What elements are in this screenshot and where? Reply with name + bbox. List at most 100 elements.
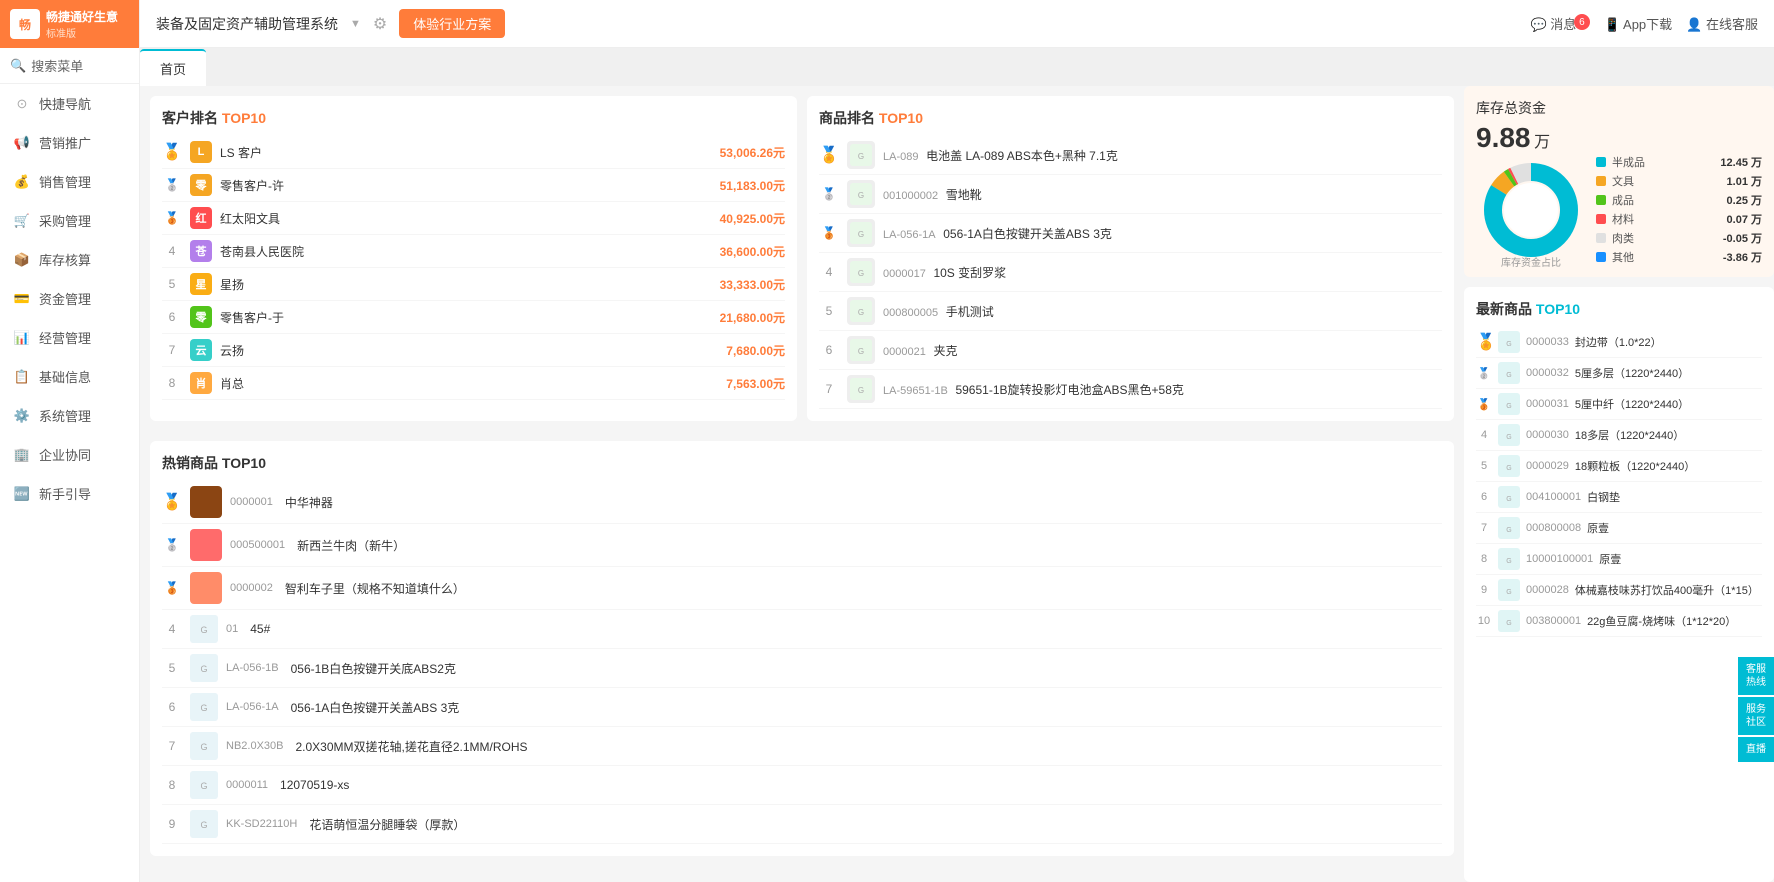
donut-chart: 库存资金占比: [1476, 155, 1586, 265]
svg-text:G: G: [858, 386, 864, 395]
home-icon: ⊙: [13, 95, 31, 113]
search-icon: 🔍: [10, 58, 26, 74]
product-img: G: [847, 180, 875, 208]
basic-icon: 📋: [13, 368, 31, 386]
logo-name: 畅捷通好生意: [46, 8, 118, 25]
rank-number: 7: [162, 343, 182, 357]
sidebar-item-basic[interactable]: 📋 基础信息: [0, 357, 139, 396]
svg-text:G: G: [1506, 620, 1511, 627]
sidebar-item-system[interactable]: ⚙️ 系统管理: [0, 396, 139, 435]
table-row: 🏅 G LA-089 电池盖 LA-089 ABS本色+黑种 7.1克: [819, 136, 1442, 175]
customer-value: 7,680.00元: [726, 342, 785, 359]
float-btn-live[interactable]: 直播: [1738, 737, 1774, 762]
rank-number: 7: [162, 739, 182, 753]
customer-name: 星扬: [220, 276, 712, 293]
sidebar-item-marketing[interactable]: 📢 营销推广: [0, 123, 139, 162]
svg-text:G: G: [1506, 527, 1511, 534]
float-btn-community[interactable]: 服务 社区: [1738, 697, 1774, 735]
rank-number: 🥉: [162, 211, 182, 225]
hot-products-title: 热销商品 TOP10: [162, 453, 1442, 473]
product-thumbnail: [190, 572, 222, 604]
sidebar-item-operations[interactable]: 📊 经营管理: [0, 318, 139, 357]
customer-value: 33,333.00元: [720, 276, 785, 293]
svg-text:G: G: [858, 308, 864, 317]
rank-number: 6: [162, 700, 182, 714]
try-btn[interactable]: 体验行业方案: [399, 9, 505, 38]
new-product-img: G: [1498, 548, 1520, 570]
svg-text:G: G: [200, 742, 207, 752]
sidebar-item-sales[interactable]: 💰 销售管理: [0, 162, 139, 201]
new-product-img: G: [1498, 486, 1520, 508]
sidebar-item-purchase[interactable]: 🛒 采购管理: [0, 201, 139, 240]
new-product-code: 0000028: [1526, 584, 1569, 596]
hot-product-row: 8 G 0000011 12070519-xs: [162, 766, 1442, 805]
rank-number: 🥈: [162, 538, 182, 552]
customer-rank-tag: TOP10: [222, 110, 266, 126]
svg-text:G: G: [858, 269, 864, 278]
right-panel: 库存总资金 9.88 万: [1464, 86, 1774, 882]
sidebar-item-label: 营销推广: [39, 133, 91, 152]
customer-badge: 星: [190, 273, 212, 295]
float-btn-service[interactable]: 客服 热线: [1738, 657, 1774, 695]
rank-number: 7: [819, 382, 839, 396]
inventory-icon: 📦: [13, 251, 31, 269]
product-img: G: [190, 732, 218, 760]
sidebar-item-guide[interactable]: 🆕 新手引导: [0, 474, 139, 513]
table-row: 6 G 0000021 夹克: [819, 331, 1442, 370]
product-img: G: [190, 771, 218, 799]
new-product-code: 000800008: [1526, 522, 1581, 534]
new-product-item: 8 G 10000100001 原壹: [1476, 544, 1762, 575]
new-products-tag: TOP10: [1536, 301, 1580, 317]
product-rank-title: 商品排名 TOP10: [819, 108, 1442, 128]
hot-product-row: 6 G LA-056-1A 056-1A白色按键开关盖ABS 3克: [162, 688, 1442, 727]
rank-number: 4: [819, 265, 839, 279]
tab-home[interactable]: 首页: [140, 49, 206, 86]
sidebar-item-label: 经营管理: [39, 328, 91, 347]
gear-icon[interactable]: ⚙: [373, 14, 387, 34]
app-download[interactable]: 📱 App下载: [1604, 14, 1672, 33]
inventory-number: 9.88: [1476, 122, 1531, 153]
table-row: 4 苍 苍南县人民医院 36,600.00元: [162, 235, 785, 268]
message-area[interactable]: 💬 消息 6: [1530, 14, 1589, 33]
sidebar-search[interactable]: 🔍 搜索菜单: [0, 48, 139, 84]
online-service[interactable]: 👤 在线客服: [1686, 14, 1758, 33]
svg-text:G: G: [200, 820, 207, 830]
product-img: G: [190, 693, 218, 721]
sidebar-item-quick-nav[interactable]: ⊙ 快捷导航: [0, 84, 139, 123]
product-img: G: [847, 297, 875, 325]
customer-badge: 红: [190, 207, 212, 229]
table-row: 🥈 G 001000002 雪地靴: [819, 175, 1442, 214]
new-products-title: 最新商品 TOP10: [1476, 299, 1762, 319]
customer-name: 肖总: [220, 375, 718, 392]
new-products-card: 最新商品 TOP10 🏅 G 0000033 封边带（1.0*22） 🥈 G 0…: [1464, 287, 1774, 882]
svg-text:G: G: [1506, 496, 1511, 503]
table-row: 5 G 000800005 手机测试: [819, 292, 1442, 331]
svg-text:G: G: [1506, 434, 1511, 441]
rank-number: 🏅: [162, 142, 182, 162]
inventory-title: 库存总资金: [1476, 98, 1762, 118]
purchase-icon: 🛒: [13, 212, 31, 230]
sales-icon: 💰: [13, 173, 31, 191]
topbar: 装备及固定资产辅助管理系统 ▼ ⚙ 体验行业方案 💬 消息 6 📱 App下载 …: [140, 0, 1774, 48]
svg-text:G: G: [200, 625, 207, 635]
sidebar-item-finance[interactable]: 💳 资金管理: [0, 279, 139, 318]
legend-item: 成品 0.25 万: [1596, 192, 1762, 208]
logo-version: 标准版: [46, 25, 118, 40]
dropdown-icon[interactable]: ▼: [350, 18, 361, 30]
float-buttons: 客服 热线 服务 社区 直播: [1738, 657, 1774, 762]
sidebar-item-enterprise[interactable]: 🏢 企业协同: [0, 435, 139, 474]
product-info: LA-056-1A 056-1A白色按键开关盖ABS 3克: [883, 225, 1442, 242]
product-rank-card: 商品排名 TOP10 🏅 G LA-089 电池盖 LA-089 ABS本色+黑…: [807, 96, 1454, 421]
product-img: G: [847, 375, 875, 403]
inventory-value-display: 9.88 万: [1476, 122, 1762, 154]
customer-name: 苍南县人民医院: [220, 243, 712, 260]
product-rank-table: 🏅 G LA-089 电池盖 LA-089 ABS本色+黑种 7.1克 🥈: [819, 136, 1442, 409]
new-product-item: 4 G 0000030 18多层（1220*2440）: [1476, 420, 1762, 451]
table-row: 🏅 L LS 客户 53,006.26元: [162, 136, 785, 169]
operations-icon: 📊: [13, 329, 31, 347]
svg-text:G: G: [1506, 465, 1511, 472]
new-product-code: 0000030: [1526, 429, 1569, 441]
content-inner: 客户排名 TOP10 🏅 L LS 客户 53,006.26元 🥈: [140, 86, 1464, 882]
sidebar-item-inventory[interactable]: 📦 库存核算: [0, 240, 139, 279]
legend-color: [1596, 214, 1606, 224]
